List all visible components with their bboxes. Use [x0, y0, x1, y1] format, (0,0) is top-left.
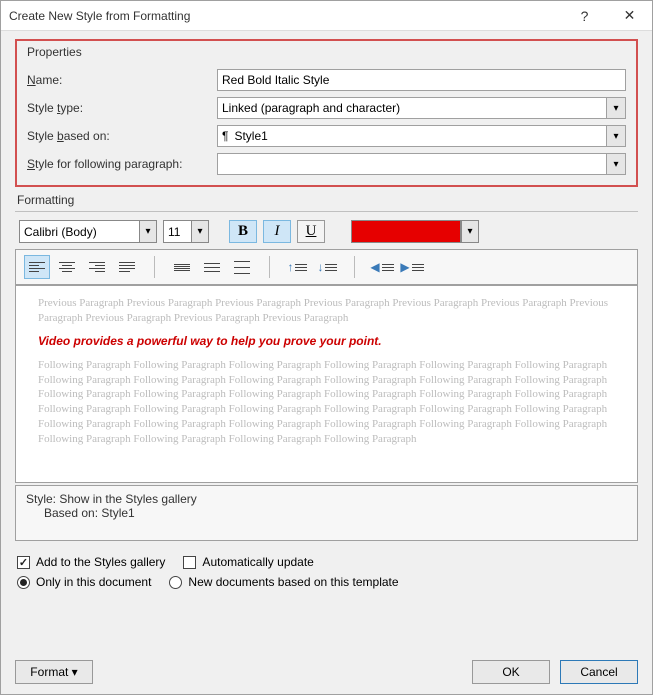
create-style-dialog: Create New Style from Formatting ? ✕ Pro… — [0, 0, 653, 695]
preview-pane: Previous Paragraph Previous Paragraph Pr… — [15, 285, 638, 483]
chevron-down-icon[interactable]: ▾ — [606, 97, 626, 119]
space-before-dec-button[interactable]: ↓ — [314, 255, 340, 279]
format-button[interactable]: Format ▾ — [15, 660, 93, 684]
font-toolbar: Calibri (Body) ▾ 11 ▾ B I U ▾ — [15, 220, 638, 243]
auto-update-checkbox[interactable]: Automatically update — [183, 555, 313, 569]
align-justify-button[interactable] — [114, 255, 140, 279]
options-group: ✓ Add to the Styles gallery Automaticall… — [15, 555, 638, 589]
chevron-down-icon[interactable]: ▾ — [606, 153, 626, 175]
properties-label: Properties — [27, 45, 626, 63]
close-button[interactable]: ✕ — [607, 1, 652, 31]
space-before-inc-button[interactable]: ↑ — [284, 255, 310, 279]
radio-icon — [169, 576, 182, 589]
paragraph-toolbar: ↑ ↓ ◀ ▶ — [15, 249, 638, 285]
preview-after-text: Following Paragraph Following Paragraph … — [38, 358, 615, 447]
following-label: Style for following paragraph: — [27, 157, 217, 171]
chevron-down-icon[interactable]: ▾ — [191, 220, 209, 243]
underline-button[interactable]: U — [297, 220, 325, 243]
indent-decrease-button[interactable]: ◀ — [369, 255, 395, 279]
following-combo[interactable]: ▾ — [217, 153, 626, 175]
styletype-combo[interactable]: Linked (paragraph and character) ▾ — [217, 97, 626, 119]
linespacing-15-button[interactable] — [199, 255, 225, 279]
align-right-button[interactable] — [84, 255, 110, 279]
style-description: Style: Show in the Styles gallery Based … — [15, 485, 638, 541]
checkbox-icon — [183, 556, 196, 569]
linespacing-1-button[interactable] — [169, 255, 195, 279]
titlebar: Create New Style from Formatting ? ✕ — [1, 1, 652, 31]
color-swatch — [351, 220, 461, 243]
properties-group: Properties Name: Style type: Linked (par… — [15, 39, 638, 187]
add-to-gallery-checkbox[interactable]: ✓ Add to the Styles gallery — [17, 555, 165, 569]
checkbox-icon: ✓ — [17, 556, 30, 569]
basedon-value: ¶ Style1 — [217, 125, 606, 147]
font-size-combo[interactable]: 11 ▾ — [163, 220, 209, 243]
chevron-down-icon[interactable]: ▾ — [461, 220, 479, 243]
linespacing-2-button[interactable] — [229, 255, 255, 279]
styletype-value: Linked (paragraph and character) — [217, 97, 606, 119]
help-button[interactable]: ? — [562, 1, 607, 31]
indent-increase-button[interactable]: ▶ — [399, 255, 425, 279]
cancel-button[interactable]: Cancel — [560, 660, 638, 684]
following-value — [217, 153, 606, 175]
preview-before-text: Previous Paragraph Previous Paragraph Pr… — [38, 296, 615, 326]
styletype-label: Style type: — [27, 101, 217, 115]
italic-button[interactable]: I — [263, 220, 291, 243]
basedon-combo[interactable]: ¶ Style1 ▾ — [217, 125, 626, 147]
chevron-down-icon[interactable]: ▾ — [606, 125, 626, 147]
basedon-label: Style based on: — [27, 129, 217, 143]
formatting-label: Formatting — [17, 193, 638, 207]
align-left-button[interactable] — [24, 255, 50, 279]
chevron-down-icon[interactable]: ▾ — [139, 220, 157, 243]
font-color-combo[interactable]: ▾ — [351, 220, 479, 243]
ok-button[interactable]: OK — [472, 660, 550, 684]
dialog-footer: Format ▾ OK Cancel — [15, 660, 638, 684]
align-center-button[interactable] — [54, 255, 80, 279]
paragraph-icon: ¶ — [222, 129, 228, 143]
name-label: Name: — [27, 73, 217, 87]
preview-sample-text: Video provides a powerful way to help yo… — [38, 334, 615, 348]
name-input[interactable] — [217, 69, 626, 91]
description-line2: Based on: Style1 — [26, 506, 627, 520]
radio-icon — [17, 576, 30, 589]
caret-down-icon: ▾ — [72, 665, 78, 679]
bold-button[interactable]: B — [229, 220, 257, 243]
font-name-combo[interactable]: Calibri (Body) ▾ — [19, 220, 157, 243]
dialog-title: Create New Style from Formatting — [9, 9, 562, 23]
new-documents-radio[interactable]: New documents based on this template — [169, 575, 398, 589]
only-this-document-radio[interactable]: Only in this document — [17, 575, 151, 589]
description-line1: Style: Show in the Styles gallery — [26, 492, 627, 506]
